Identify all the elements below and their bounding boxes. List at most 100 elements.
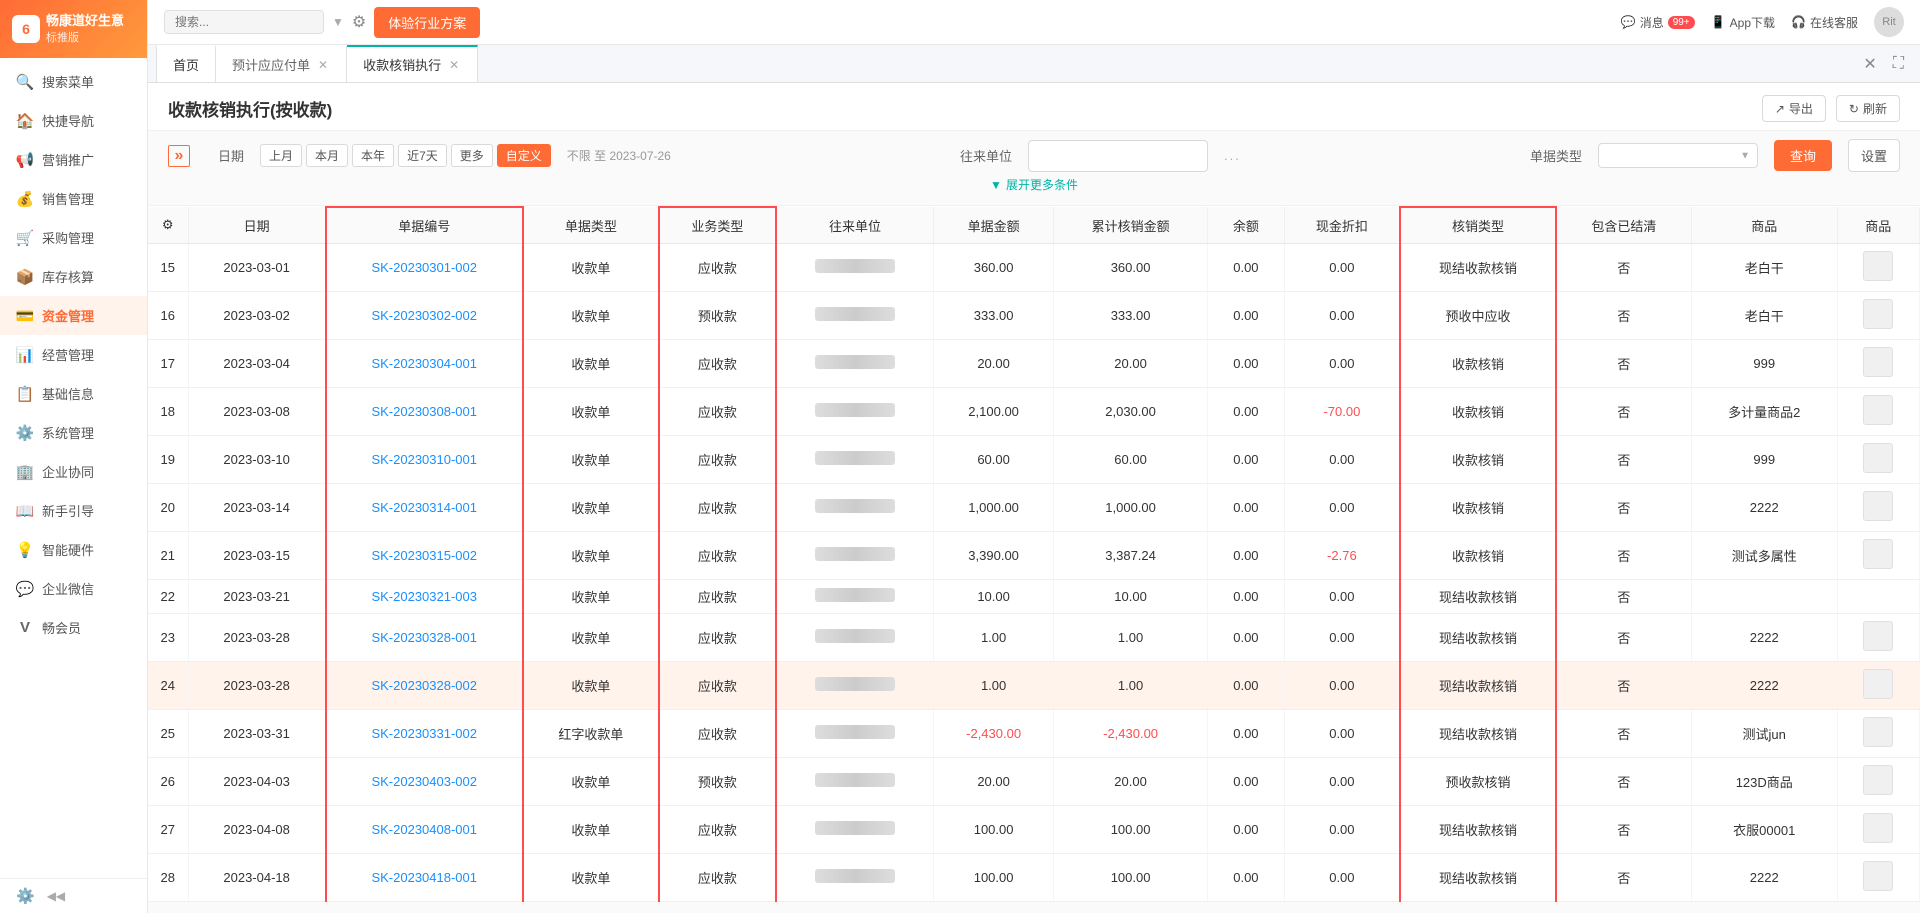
table-row[interactable]: 19 2023-03-10 SK-20230310-001 收款单 应收款 60…: [148, 436, 1920, 484]
table-row[interactable]: 17 2023-03-04 SK-20230304-001 收款单 应收款 20…: [148, 340, 1920, 388]
table-row[interactable]: 20 2023-03-14 SK-20230314-001 收款单 应收款 1,…: [148, 484, 1920, 532]
sidebar-item-system[interactable]: ⚙️ 系统管理: [0, 413, 147, 452]
bill-no-link[interactable]: SK-20230304-001: [371, 356, 477, 371]
search-input[interactable]: [164, 10, 324, 34]
cell-writeoff-type: 收款核销: [1400, 388, 1556, 436]
column-settings-icon[interactable]: ⚙: [162, 217, 174, 232]
cell-product-thumb: [1837, 244, 1919, 292]
notification-btn[interactable]: 💬 消息 99+: [1621, 14, 1695, 31]
collapse-icon[interactable]: ◀◀: [47, 889, 65, 903]
table-row[interactable]: 27 2023-04-08 SK-20230408-001 收款单 应收款 10…: [148, 806, 1920, 854]
col-bill-no[interactable]: 单据编号: [326, 207, 523, 244]
bill-no-link[interactable]: SK-20230418-001: [371, 870, 477, 885]
date-btn-last-month[interactable]: 上月: [260, 144, 302, 167]
cell-balance: 0.00: [1208, 854, 1284, 902]
bill-no-link[interactable]: SK-20230403-002: [371, 774, 477, 789]
notification-badge: 99+: [1668, 16, 1695, 29]
table-row[interactable]: 24 2023-03-28 SK-20230328-002 收款单 应收款 1.…: [148, 662, 1920, 710]
sidebar-item-purchase[interactable]: 🛒 采购管理: [0, 218, 147, 257]
settings-btn[interactable]: 设置: [1848, 139, 1900, 172]
date-btn-this-month[interactable]: 本月: [306, 144, 348, 167]
tab-home[interactable]: 首页: [156, 45, 216, 82]
more-filters-btn[interactable]: ...: [1224, 148, 1241, 163]
tab-prepay[interactable]: 预计应应付单 ✕: [216, 45, 347, 82]
tab-fullscreen-btn[interactable]: ⛶: [1885, 51, 1912, 77]
sidebar-item-marketing[interactable]: 📢 营销推广: [0, 140, 147, 179]
sidebar-item-shortcut[interactable]: 🏠 快捷导航: [0, 101, 147, 140]
sidebar-item-wechat[interactable]: 💬 企业微信: [0, 569, 147, 608]
bill-type-select-wrap: [1598, 143, 1758, 168]
col-amount[interactable]: 单据金额: [934, 207, 1054, 244]
sidebar-item-inventory[interactable]: 📦 库存核算: [0, 257, 147, 296]
col-discount[interactable]: 现金折扣: [1284, 207, 1400, 244]
industry-btn[interactable]: 体验行业方案: [374, 7, 480, 38]
tab-receipt[interactable]: 收款核销执行 ✕: [347, 45, 478, 82]
table-row[interactable]: 22 2023-03-21 SK-20230321-003 收款单 应收款 10…: [148, 580, 1920, 614]
tab-close-btn[interactable]: ✕: [1855, 50, 1884, 78]
table-row[interactable]: 26 2023-04-03 SK-20230403-002 收款单 预收款 20…: [148, 758, 1920, 806]
col-product-thumb[interactable]: 商品: [1837, 207, 1919, 244]
date-btn-more[interactable]: 更多: [451, 144, 493, 167]
sidebar-item-member[interactable]: V 畅会员: [0, 608, 147, 647]
bill-no-link[interactable]: SK-20230328-001: [371, 630, 477, 645]
bill-no-link[interactable]: SK-20230321-003: [371, 589, 477, 604]
sidebar-item-guide[interactable]: 📖 新手引导: [0, 491, 147, 530]
notification-icon: 💬: [1621, 15, 1636, 29]
settings-gear-icon[interactable]: ⚙: [352, 12, 366, 32]
table-row[interactable]: 15 2023-03-01 SK-20230301-002 收款单 应收款 36…: [148, 244, 1920, 292]
col-partner[interactable]: 往来单位: [776, 207, 934, 244]
sidebar-item-search[interactable]: 🔍 搜索菜单: [0, 62, 147, 101]
table-row[interactable]: 18 2023-03-08 SK-20230308-001 收款单 应收款 2,…: [148, 388, 1920, 436]
col-date[interactable]: 日期: [188, 207, 326, 244]
settings-icon[interactable]: ⚙️: [16, 887, 35, 905]
cell-id: 25: [148, 710, 188, 758]
bill-type-select[interactable]: [1598, 143, 1758, 168]
col-bill-type[interactable]: 单据类型: [523, 207, 659, 244]
bill-no-link[interactable]: SK-20230328-002: [371, 678, 477, 693]
col-writeoff-type[interactable]: 核销类型: [1400, 207, 1556, 244]
query-btn[interactable]: 查询: [1774, 140, 1832, 171]
bill-no-link[interactable]: SK-20230310-001: [371, 452, 477, 467]
col-settings[interactable]: ⚙: [148, 207, 188, 244]
bill-no-link[interactable]: SK-20230302-002: [371, 308, 477, 323]
sidebar-item-sales[interactable]: 💰 销售管理: [0, 179, 147, 218]
cell-balance: 0.00: [1208, 436, 1284, 484]
sidebar-item-hardware[interactable]: 💡 智能硬件: [0, 530, 147, 569]
cell-id: 15: [148, 244, 188, 292]
col-writeoff[interactable]: 累计核销金额: [1053, 207, 1207, 244]
col-balance[interactable]: 余额: [1208, 207, 1284, 244]
sidebar-item-basic[interactable]: 📋 基础信息: [0, 374, 147, 413]
bill-no-link[interactable]: SK-20230331-002: [371, 726, 477, 741]
table-row[interactable]: 16 2023-03-02 SK-20230302-002 收款单 预收款 33…: [148, 292, 1920, 340]
bill-no-link[interactable]: SK-20230301-002: [371, 260, 477, 275]
partner-input[interactable]: [1028, 140, 1208, 172]
table-row[interactable]: 21 2023-03-15 SK-20230315-002 收款单 应收款 3,…: [148, 532, 1920, 580]
expand-more-btn[interactable]: ▼ 展开更多条件: [990, 176, 1078, 193]
cell-product-name: 多计量商品2: [1691, 388, 1837, 436]
table-row[interactable]: 25 2023-03-31 SK-20230331-002 红字收款单 应收款 …: [148, 710, 1920, 758]
bill-no-link[interactable]: SK-20230408-001: [371, 822, 477, 837]
cell-writeoff: 20.00: [1053, 340, 1207, 388]
tab-prepay-close[interactable]: ✕: [316, 56, 330, 74]
table-row[interactable]: 28 2023-04-18 SK-20230418-001 收款单 应收款 10…: [148, 854, 1920, 902]
refresh-btn[interactable]: ↻ 刷新: [1836, 95, 1900, 122]
sidebar-item-operation[interactable]: 📊 经营管理: [0, 335, 147, 374]
col-product[interactable]: 商品: [1691, 207, 1837, 244]
table-row[interactable]: 23 2023-03-28 SK-20230328-001 收款单 应收款 1.…: [148, 614, 1920, 662]
sidebar-item-finance[interactable]: 💳 资金管理: [0, 296, 147, 335]
app-download-btn[interactable]: 📱 App下载: [1711, 14, 1775, 31]
tab-receipt-close[interactable]: ✕: [447, 56, 461, 74]
online-service-btn[interactable]: 🎧 在线客服: [1791, 14, 1858, 31]
avatar[interactable]: Rit: [1874, 7, 1904, 37]
filter-toggle-btn[interactable]: »: [168, 145, 190, 167]
col-biz-type[interactable]: 业务类型: [659, 207, 776, 244]
export-btn[interactable]: ↗ 导出: [1762, 95, 1826, 122]
bill-no-link[interactable]: SK-20230314-001: [371, 500, 477, 515]
bill-no-link[interactable]: SK-20230308-001: [371, 404, 477, 419]
col-include-cleared[interactable]: 包含已结清: [1556, 207, 1692, 244]
sidebar-item-enterprise[interactable]: 🏢 企业协同: [0, 452, 147, 491]
bill-no-link[interactable]: SK-20230315-002: [371, 548, 477, 563]
date-btn-7days[interactable]: 近7天: [398, 144, 447, 167]
date-btn-this-year[interactable]: 本年: [352, 144, 394, 167]
date-btn-custom[interactable]: 自定义: [497, 144, 551, 167]
